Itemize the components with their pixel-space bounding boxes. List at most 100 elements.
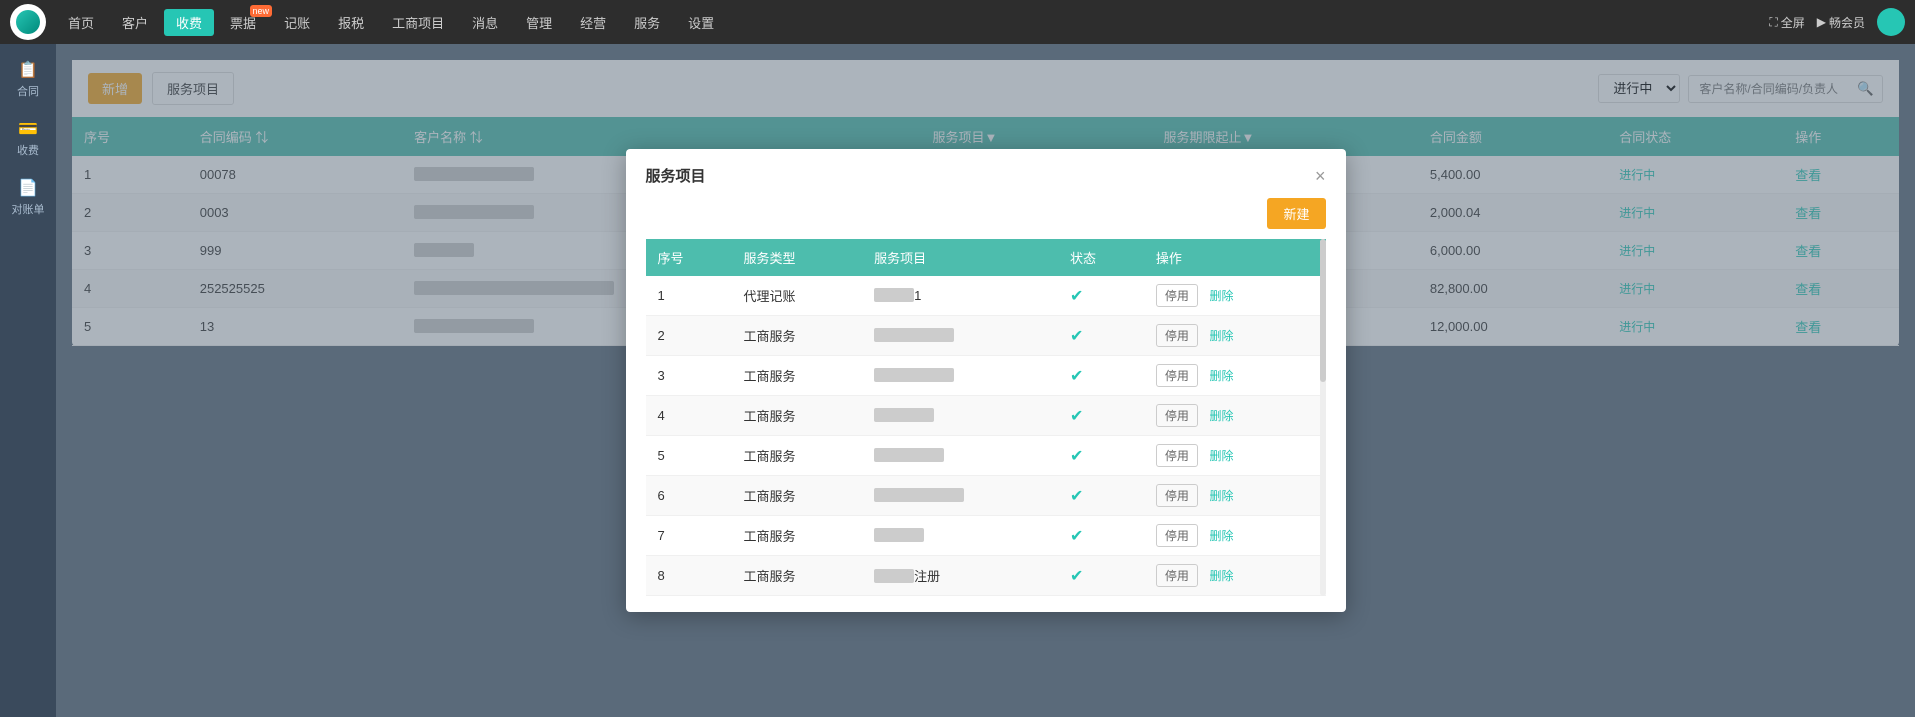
stop-button[interactable]: 停用 <box>1156 524 1198 547</box>
sidebar-item-contract[interactable]: 📋 合同 <box>3 52 53 107</box>
modal-cell-action: 停用 删除 <box>1144 436 1326 476</box>
modal-cell-status: ✔ <box>1058 396 1144 436</box>
nav-service[interactable]: 服务 <box>622 9 672 36</box>
nav-message[interactable]: 消息 <box>460 9 510 36</box>
delete-button[interactable]: 删除 <box>1206 485 1238 506</box>
reconcile-icon: 📄 <box>18 178 38 198</box>
user-avatar[interactable] <box>1877 8 1905 36</box>
modal-col-action: 操作 <box>1144 239 1326 276</box>
nav-settings[interactable]: 设置 <box>676 9 726 36</box>
delete-button[interactable]: 删除 <box>1206 325 1238 346</box>
modal-cell-status: ✔ <box>1058 436 1144 476</box>
modal-cell-action: 停用 删除 <box>1144 516 1326 556</box>
service-table: 序号 服务类型 服务项目 状态 操作 1 代理记账 <box>646 239 1326 596</box>
scrollbar-thumb[interactable] <box>1320 239 1326 382</box>
modal-cell-type: 工商服务 <box>731 556 862 596</box>
delete-button[interactable]: 删除 <box>1206 365 1238 386</box>
modal-cell-status: ✔ <box>1058 476 1144 516</box>
modal-cell-status: ✔ <box>1058 276 1144 316</box>
stop-button[interactable]: 停用 <box>1156 364 1198 387</box>
sidebar-item-charge[interactable]: 💳 收费 <box>3 111 53 166</box>
nav-industrial[interactable]: 工商项目 <box>380 9 456 36</box>
sidebar: 📋 合同 💳 收费 📄 对账单 <box>0 44 56 717</box>
modal-col-seq: 序号 <box>646 239 732 276</box>
delete-button[interactable]: 删除 <box>1206 285 1238 306</box>
modal-table-row: 8 工商服务 注册 ✔ 停用 删除 <box>646 556 1326 596</box>
nav-tax[interactable]: 报税 <box>326 9 376 36</box>
modal-cell-item <box>862 396 1058 436</box>
charge-icon: 💳 <box>18 119 38 139</box>
modal-close-button[interactable]: × <box>1315 167 1326 185</box>
nav-items: 首页 客户 收费 票据new 记账 报税 工商项目 消息 管理 经营 服务 设置 <box>56 9 1769 36</box>
modal-cell-action: 停用 删除 <box>1144 276 1326 316</box>
modal-cell-type: 工商服务 <box>731 396 862 436</box>
stop-button[interactable]: 停用 <box>1156 284 1198 307</box>
modal-cell-item <box>862 356 1058 396</box>
modal-table-row: 1 代理记账 1 ✔ 停用 删除 <box>646 276 1326 316</box>
modal-cell-item: 1 <box>862 276 1058 316</box>
modal-table-row: 7 工商服务 ✔ 停用 删除 <box>646 516 1326 556</box>
modal-cell-seq: 4 <box>646 396 732 436</box>
contract-icon: 📋 <box>18 60 38 80</box>
nav-invoice[interactable]: 票据new <box>218 9 268 36</box>
vip-label: 畅会员 <box>1829 14 1865 31</box>
nav-operation[interactable]: 经营 <box>568 9 618 36</box>
fullscreen-button[interactable]: ⛶ 全屏 <box>1769 14 1804 31</box>
modal-cell-seq: 7 <box>646 516 732 556</box>
delete-button[interactable]: 删除 <box>1206 445 1238 466</box>
modal-col-item: 服务项目 <box>862 239 1058 276</box>
modal-cell-seq: 8 <box>646 556 732 596</box>
modal-header: 服务项目 × <box>626 149 1346 186</box>
modal-title: 服务项目 <box>646 165 706 186</box>
stop-button[interactable]: 停用 <box>1156 564 1198 587</box>
modal-cell-action: 停用 删除 <box>1144 316 1326 356</box>
top-navigation: 首页 客户 收费 票据new 记账 报税 工商项目 消息 管理 经营 服务 设置… <box>0 0 1915 44</box>
modal-cell-type: 代理记账 <box>731 276 862 316</box>
modal-cell-item <box>862 436 1058 476</box>
nav-bookkeeping[interactable]: 记账 <box>272 9 322 36</box>
modal-table-row: 4 工商服务 ✔ 停用 删除 <box>646 396 1326 436</box>
modal-cell-seq: 2 <box>646 316 732 356</box>
stop-button[interactable]: 停用 <box>1156 404 1198 427</box>
new-badge: new <box>250 5 273 17</box>
scrollbar-track <box>1320 239 1326 596</box>
nav-charge[interactable]: 收费 <box>164 9 214 36</box>
modal-cell-status: ✔ <box>1058 356 1144 396</box>
delete-button[interactable]: 删除 <box>1206 525 1238 546</box>
sidebar-item-reconcile-label: 对账单 <box>12 201 45 217</box>
modal-table-row: 3 工商服务 ✔ 停用 删除 <box>646 356 1326 396</box>
modal-cell-seq: 1 <box>646 276 732 316</box>
modal-cell-type: 工商服务 <box>731 516 862 556</box>
modal-body: 新建 序号 服务类型 服务项目 状态 操作 <box>626 186 1346 612</box>
modal-cell-seq: 3 <box>646 356 732 396</box>
stop-button[interactable]: 停用 <box>1156 324 1198 347</box>
modal-cell-status: ✔ <box>1058 556 1144 596</box>
delete-button[interactable]: 删除 <box>1206 565 1238 586</box>
modal-overlay: 服务项目 × 新建 序号 服务类型 服务项目 <box>56 44 1915 717</box>
content-area: 新增 服务项目 进行中 已结束 全部 🔍 <box>56 44 1915 717</box>
vip-button[interactable]: ▶ 畅会员 <box>1817 14 1865 31</box>
modal-col-status: 状态 <box>1058 239 1144 276</box>
modal-cell-action: 停用 删除 <box>1144 396 1326 436</box>
modal-cell-seq: 5 <box>646 436 732 476</box>
modal-new-button[interactable]: 新建 <box>1267 198 1325 229</box>
main-layout: 📋 合同 💳 收费 📄 对账单 新增 服务项目 进行中 已结束 全部 <box>0 44 1915 717</box>
modal-cell-action: 停用 删除 <box>1144 556 1326 596</box>
modal-table-row: 5 工商服务 ✔ 停用 删除 <box>646 436 1326 476</box>
nav-right-area: ⛶ 全屏 ▶ 畅会员 <box>1769 8 1905 36</box>
sidebar-item-charge-label: 收费 <box>17 142 39 158</box>
fullscreen-label: 全屏 <box>1781 14 1805 31</box>
nav-home[interactable]: 首页 <box>56 9 106 36</box>
modal-col-type: 服务类型 <box>731 239 862 276</box>
modal-cell-seq: 6 <box>646 476 732 516</box>
nav-manage[interactable]: 管理 <box>514 9 564 36</box>
stop-button[interactable]: 停用 <box>1156 444 1198 467</box>
delete-button[interactable]: 删除 <box>1206 405 1238 426</box>
app-logo <box>10 4 46 40</box>
fullscreen-icon: ⛶ <box>1769 15 1777 30</box>
sidebar-item-reconcile[interactable]: 📄 对账单 <box>3 170 53 225</box>
modal-cell-action: 停用 删除 <box>1144 476 1326 516</box>
stop-button[interactable]: 停用 <box>1156 484 1198 507</box>
modal-cell-item <box>862 516 1058 556</box>
nav-client[interactable]: 客户 <box>110 9 160 36</box>
